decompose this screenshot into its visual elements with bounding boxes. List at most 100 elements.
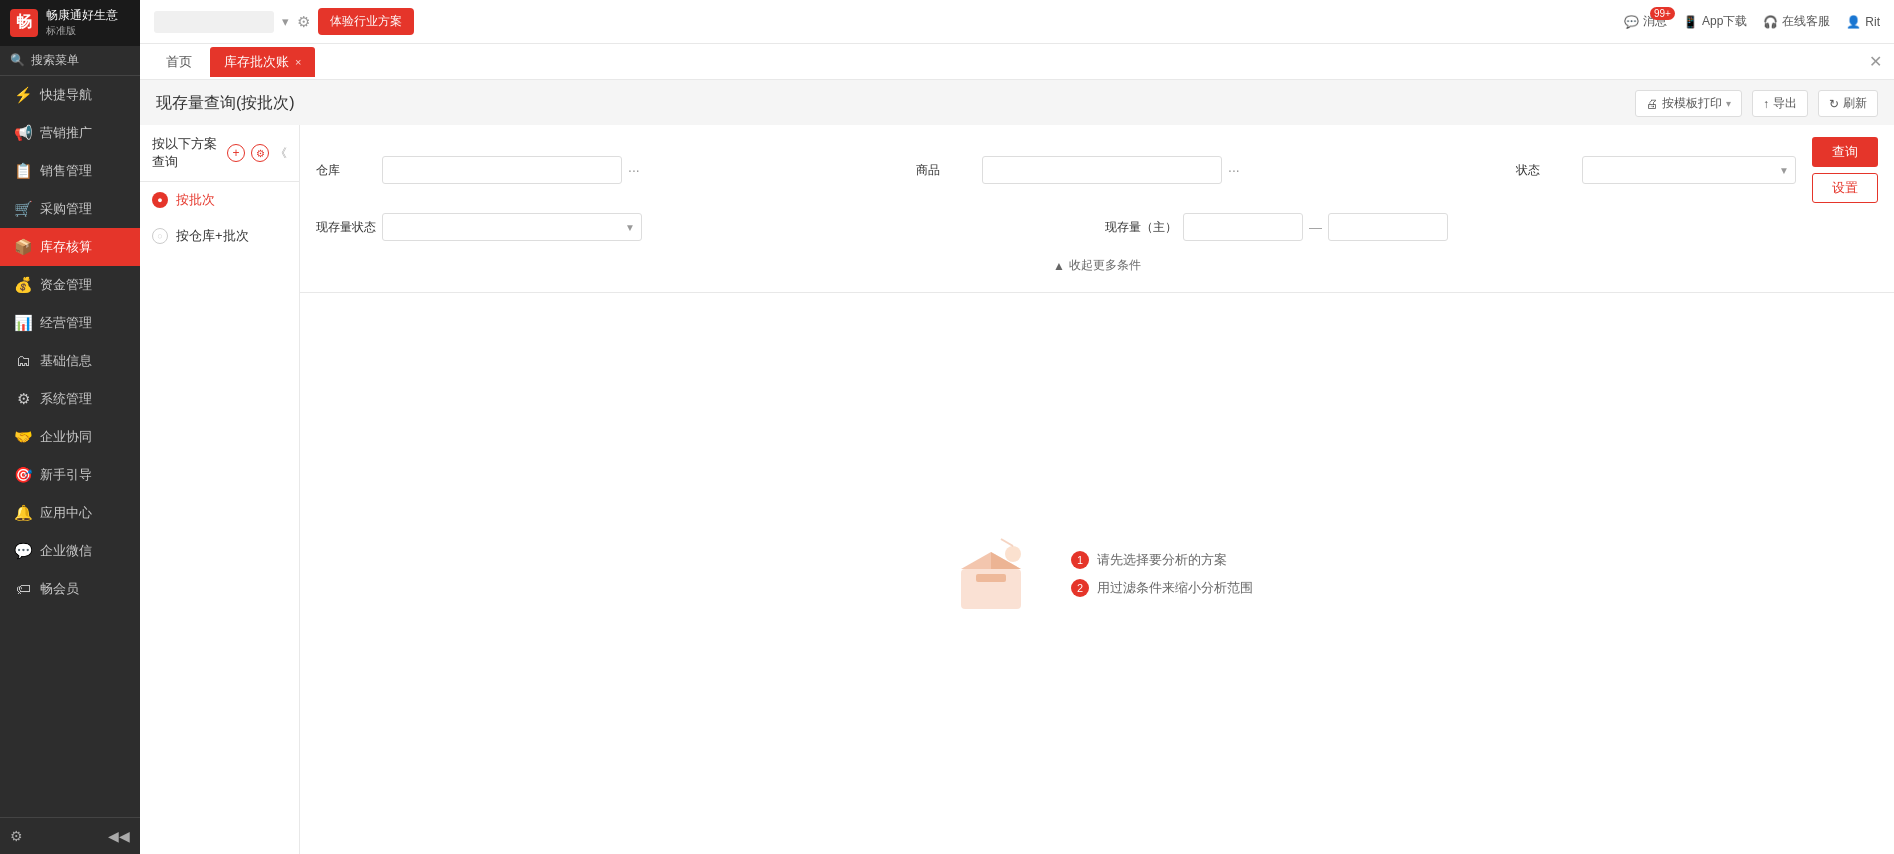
sidebar-search-label: 搜索菜单 <box>31 52 79 69</box>
add-plan-button[interactable]: + <box>227 144 245 162</box>
nav-icon: 📋 <box>14 162 32 180</box>
nav-icon: 📦 <box>14 238 32 256</box>
app-edition: 标准版 <box>46 24 118 38</box>
topbar: ▾ ⚙ 体验行业方案 💬 消息 99+ 📱 App下载 🎧 在线客服 👤 Rit <box>140 0 1894 44</box>
empty-tip-2: 2 用过滤条件来缩小分析范围 <box>1071 579 1253 597</box>
nav-label: 新手引导 <box>40 466 92 484</box>
status-select[interactable]: ▼ <box>1582 156 1796 184</box>
app-title: 畅康通好生意 <box>46 8 118 24</box>
plan-dot: ○ <box>152 228 168 244</box>
left-panel-header: 按以下方案查询 + ⚙ 《 <box>140 125 299 182</box>
tab-home[interactable]: 首页 <box>152 47 206 77</box>
query-button[interactable]: 查询 <box>1812 137 1878 167</box>
export-icon: ↑ <box>1763 97 1769 111</box>
product-more-icon[interactable]: ··· <box>1228 162 1240 178</box>
message-badge: 99+ <box>1650 7 1675 20</box>
sidebar-header: 畅 畅康通好生意 标准版 <box>0 0 140 46</box>
nav-label: 采购管理 <box>40 200 92 218</box>
sidebar-item-企业协同[interactable]: 🤝企业协同 <box>0 418 140 456</box>
sidebar-item-企业微信[interactable]: 💬企业微信 <box>0 532 140 570</box>
topbar-right: 💬 消息 99+ 📱 App下载 🎧 在线客服 👤 Rit <box>1624 13 1880 30</box>
sidebar-footer: ⚙ ◀◀ <box>0 817 140 854</box>
nav-icon: 🗂 <box>14 352 32 369</box>
product-input[interactable] <box>982 156 1222 184</box>
message-button[interactable]: 💬 消息 99+ <box>1624 13 1667 30</box>
print-button[interactable]: 🖨 按模板打印 ▾ <box>1635 90 1742 117</box>
main-area: ▾ ⚙ 体验行业方案 💬 消息 99+ 📱 App下载 🎧 在线客服 👤 Rit <box>140 0 1894 854</box>
panel-collapse-icon[interactable]: 《 <box>275 145 287 162</box>
sidebar-item-畅会员[interactable]: 🏷畅会员 <box>0 570 140 608</box>
warehouse-more-icon[interactable]: ··· <box>628 162 640 178</box>
nav-icon: ⚡ <box>14 86 32 104</box>
sidebar-item-采购管理[interactable]: 🛒 采购管理 <box>0 190 140 228</box>
app-download-button[interactable]: 📱 App下载 <box>1683 13 1747 30</box>
online-service-label: 在线客服 <box>1782 13 1830 30</box>
plan-label: 按仓库+批次 <box>176 227 249 245</box>
inventory-qty-dash: — <box>1309 220 1322 235</box>
warehouse-filter-group: 仓库 ··· <box>316 156 900 184</box>
nav-icon: 📊 <box>14 314 32 332</box>
plan-item-按仓库+批次[interactable]: ○ 按仓库+批次 <box>140 218 299 254</box>
sidebar-item-系统管理[interactable]: ⚙系统管理 <box>0 380 140 418</box>
user-avatar[interactable]: 👤 Rit <box>1846 15 1880 29</box>
inventory-qty-group: 现存量（主） — <box>1105 213 1878 241</box>
status-filter-group: 状态 ▼ <box>1516 156 1796 184</box>
nav-label: 营销推广 <box>40 124 92 142</box>
inventory-status-select[interactable]: ▼ <box>382 213 642 241</box>
sidebar-item-快捷导航[interactable]: ⚡快捷导航 <box>0 76 140 114</box>
sidebar-nav: ⚡快捷导航 📢 营销推广 📋 销售管理 🛒 采购管理 📦库存核算💰资金管理📊经营管理🗂基础信息… <box>0 76 140 817</box>
tip-2-number: 2 <box>1071 579 1089 597</box>
sidebar-item-应用中心[interactable]: 🔔应用中心 <box>0 494 140 532</box>
plan-item-按批次[interactable]: ●按批次 <box>140 182 299 218</box>
topbar-dropdown-icon[interactable]: ▾ <box>282 14 289 29</box>
page-actions: 🖨 按模板打印 ▾ ↑ 导出 ↻ 刷新 <box>1635 90 1878 117</box>
tab-inventory-batch[interactable]: 库存批次账 × <box>210 47 315 77</box>
nav-label: 资金管理 <box>40 276 92 294</box>
nav-icon: 📢 <box>14 124 32 142</box>
inventory-qty-to[interactable] <box>1328 213 1448 241</box>
nav-icon: 🛒 <box>14 200 32 218</box>
topbar-search-input[interactable] <box>154 11 274 33</box>
topbar-gear-icon[interactable]: ⚙ <box>297 13 310 31</box>
inventory-status-label: 现存量状态 <box>316 219 376 236</box>
sidebar-search[interactable]: 🔍 搜索菜单 <box>0 46 140 76</box>
nav-label: 企业协同 <box>40 428 92 446</box>
printer-icon: 🖨 <box>1646 97 1658 111</box>
inventory-qty-from[interactable] <box>1183 213 1303 241</box>
product-filter-group: 商品 ··· <box>916 156 1500 184</box>
tip-1-number: 1 <box>1071 551 1089 569</box>
sidebar-item-销售管理[interactable]: 📋 销售管理 <box>0 152 140 190</box>
page-header: 现存量查询(按批次) 🖨 按模板打印 ▾ ↑ 导出 ↻ 刷新 <box>140 80 1894 125</box>
left-panel-title: 按以下方案查询 <box>152 135 227 171</box>
filter-settings-button[interactable]: 设置 <box>1812 173 1878 203</box>
plan-settings-button[interactable]: ⚙ <box>251 144 269 162</box>
tab-close-all[interactable]: ✕ <box>1869 52 1882 71</box>
nav-icon: 🎯 <box>14 466 32 484</box>
refresh-button[interactable]: ↻ 刷新 <box>1818 90 1878 117</box>
collapse-icon[interactable]: ◀◀ <box>108 828 130 844</box>
sidebar-item-经营管理[interactable]: 📊经营管理 <box>0 304 140 342</box>
svg-point-4 <box>1005 546 1021 562</box>
settings-icon[interactable]: ⚙ <box>10 828 23 844</box>
svg-rect-3 <box>976 574 1006 582</box>
online-service-button[interactable]: 🎧 在线客服 <box>1763 13 1830 30</box>
tab-close-icon[interactable]: × <box>295 56 301 68</box>
empty-tips: 1 请先选择要分析的方案 2 用过滤条件来缩小分析范围 <box>1071 551 1253 597</box>
sidebar-item-库存核算[interactable]: 📦库存核算 <box>0 228 140 266</box>
app-logo: 畅 <box>10 9 38 37</box>
sidebar-item-新手引导[interactable]: 🎯 新手引导 <box>0 456 140 494</box>
export-button[interactable]: ↑ 导出 <box>1752 90 1808 117</box>
sidebar-item-基础信息[interactable]: 🗂基础信息 <box>0 342 140 380</box>
inventory-qty-label: 现存量（主） <box>1105 219 1177 236</box>
headset-icon: 🎧 <box>1763 15 1778 29</box>
warehouse-input[interactable] <box>382 156 622 184</box>
product-label: 商品 <box>916 162 976 179</box>
content-area: 按以下方案查询 + ⚙ 《 ●按批次 ○ 按仓库+批次 仓库 ··· <box>140 125 1894 854</box>
sidebar-item-资金管理[interactable]: 💰资金管理 <box>0 266 140 304</box>
print-dropdown-arrow[interactable]: ▾ <box>1726 98 1731 109</box>
collapse-more-button[interactable]: ▲ 收起更多条件 <box>316 251 1878 280</box>
tab-home-label: 首页 <box>166 53 192 71</box>
industry-solution-button[interactable]: 体验行业方案 <box>318 8 414 35</box>
sidebar-item-营销推广[interactable]: 📢 营销推广 <box>0 114 140 152</box>
nav-label: 销售管理 <box>40 162 92 180</box>
